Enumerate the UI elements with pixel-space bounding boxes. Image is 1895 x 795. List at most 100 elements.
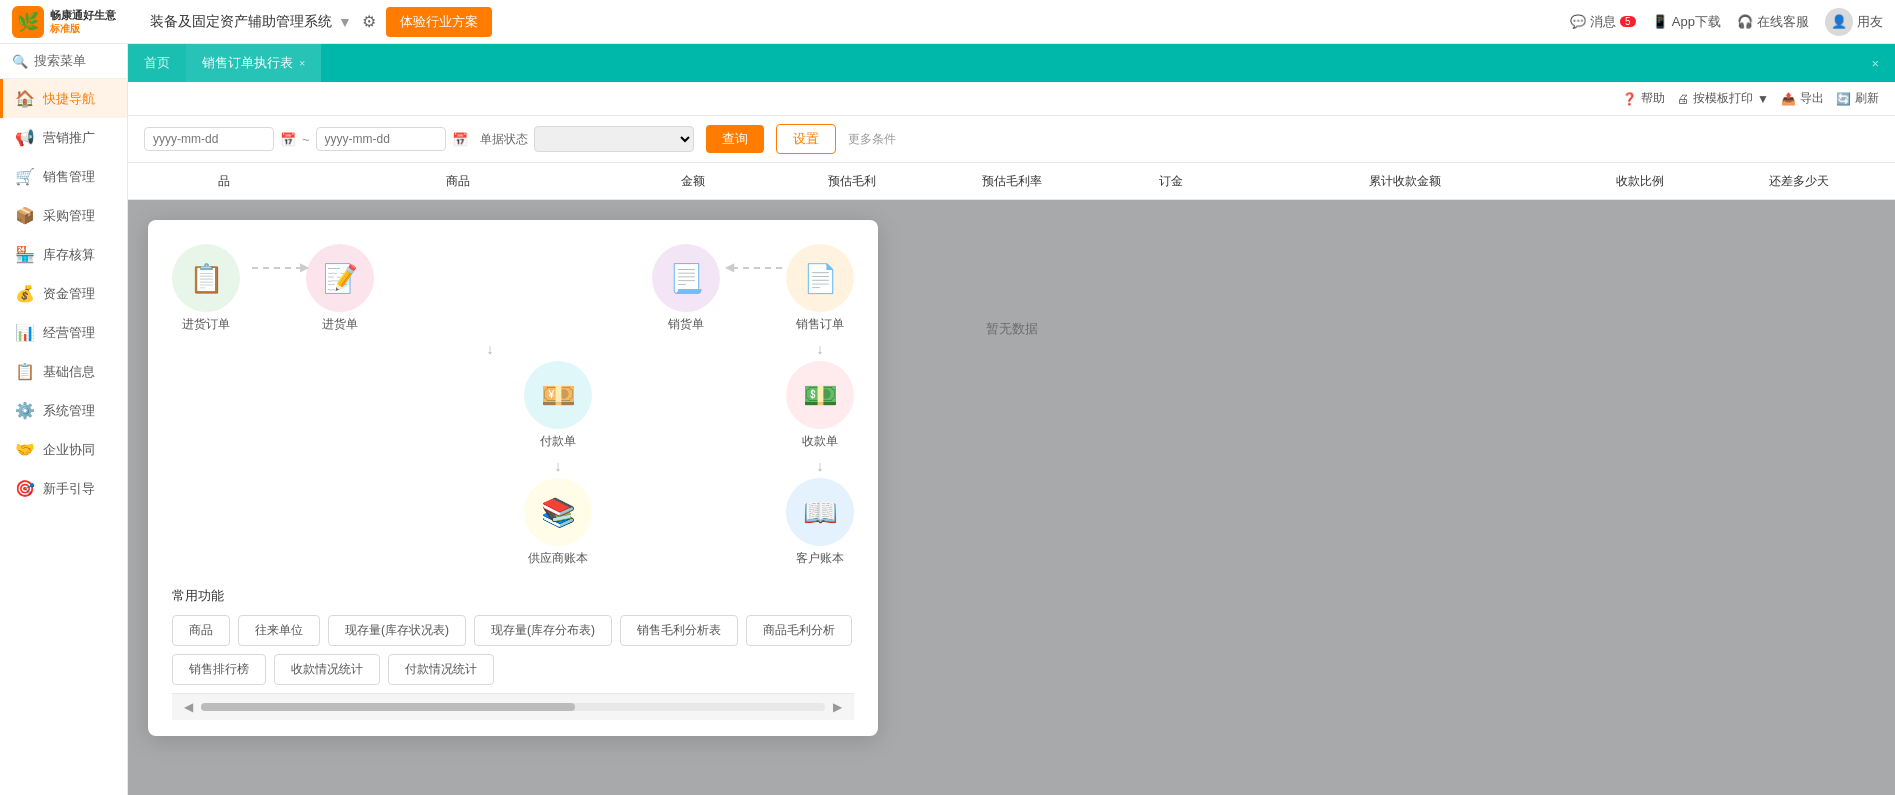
flow-node-supplier[interactable]: 📚: [524, 478, 592, 546]
modal: 📋 ▶: [148, 220, 878, 736]
sidebar-item-quick-nav[interactable]: 🏠 快捷导航: [0, 79, 127, 118]
sidebar-item-enterprise[interactable]: 🤝 企业协同: [0, 430, 127, 469]
func-btn-counterpart[interactable]: 往来单位: [238, 615, 320, 646]
date-input[interactable]: [144, 127, 274, 151]
date-end-input[interactable]: [316, 127, 446, 151]
flow-node-customer[interactable]: 📖: [786, 478, 854, 546]
logo-icon: 🌿: [12, 6, 44, 38]
modal-overlay[interactable]: 📋 ▶: [128, 200, 1895, 795]
col-deposit: 订金: [1091, 173, 1250, 190]
modal-content: 📋 ▶: [148, 220, 878, 736]
func-btn-goods[interactable]: 商品: [172, 615, 230, 646]
calendar-icon[interactable]: 📅: [280, 132, 296, 147]
sidebar-item-inventory[interactable]: 🏪 库存核算: [0, 235, 127, 274]
operation-icon: 📊: [15, 323, 35, 342]
help-icon: ❓: [1622, 92, 1637, 106]
finance-icon: 💰: [15, 284, 35, 303]
more-conditions[interactable]: 更多条件: [848, 131, 896, 148]
app-download-item[interactable]: 📱 App下载: [1652, 13, 1721, 31]
arrow-h-2: ◀: [732, 267, 782, 269]
flow-node-purchase-order[interactable]: 📋: [172, 244, 240, 312]
func-buttons-row-1: 商品 往来单位 现存量(库存状况表) 现存量(库存分布表) 销售毛利分析表 商品…: [172, 615, 854, 646]
flow-node-sales-order[interactable]: 📄: [786, 244, 854, 312]
flow-row-3: 📚 📖: [172, 478, 854, 546]
col-collected: 累计收款金额: [1250, 173, 1560, 190]
flow-arrows-down: ↓ ↓: [172, 341, 854, 357]
logo-text: 畅康通好生意 标准版: [50, 8, 116, 35]
user-item[interactable]: 👤 用友: [1825, 8, 1883, 36]
col-amount: 金额: [614, 173, 773, 190]
sidebar-item-system[interactable]: ⚙️ 系统管理: [0, 391, 127, 430]
date-separator: ~: [302, 132, 310, 147]
func-btn-stock-dist[interactable]: 现存量(库存分布表): [474, 615, 612, 646]
dropdown-arrow-icon[interactable]: ▼: [338, 14, 352, 30]
phone-icon: 📱: [1652, 14, 1668, 29]
func-btn-stock-status[interactable]: 现存量(库存状况表): [328, 615, 466, 646]
label-sales-receipt: 销货单: [652, 316, 720, 333]
func-buttons-row-2: 销售排行榜 收款情况统计 付款情况统计: [172, 654, 854, 685]
sidebar-search[interactable]: 🔍 搜索菜单: [0, 44, 127, 79]
flow-node-payment[interactable]: 💴: [524, 361, 592, 429]
export-button[interactable]: 📤 导出: [1781, 90, 1824, 107]
label-supplier: 供应商账本: [524, 550, 592, 567]
flow-node-purchase-receipt[interactable]: 📝: [306, 244, 374, 312]
customer-icon: 📖: [786, 478, 854, 546]
func-btn-sales-profit[interactable]: 销售毛利分析表: [620, 615, 738, 646]
func-btn-sales-rank[interactable]: 销售排行榜: [172, 654, 266, 685]
system-title: 装备及固定资产辅助管理系统 ▼: [150, 13, 352, 31]
sales-order-icon: 📄: [786, 244, 854, 312]
content-area: 首页 销售订单执行表 × × ❓ 帮助 🖨 按模板打印: [128, 44, 1895, 795]
func-btn-purchase-stats[interactable]: 付款情况统计: [388, 654, 494, 685]
arrow-down-2: ↓: [786, 341, 854, 357]
print-icon: 🖨: [1677, 92, 1689, 106]
supplier-icon: 📚: [524, 478, 592, 546]
tab-close-main-icon[interactable]: ×: [1855, 56, 1895, 71]
refresh-button[interactable]: 🔄 刷新: [1836, 90, 1879, 107]
col-ratio: 收款比例: [1561, 173, 1720, 190]
flow-labels-3: 供应商账本 客户账本: [172, 550, 854, 567]
col-est-profit: 预估毛利: [773, 173, 932, 190]
help-button[interactable]: ❓ 帮助: [1622, 90, 1665, 107]
sidebar-item-purchase[interactable]: 📦 采购管理: [0, 196, 127, 235]
filter-bar: 📅 ~ 📅 单据状态 查询 设置 更多条件: [128, 116, 1895, 163]
receipt-icon: 💵: [786, 361, 854, 429]
sidebar-nav: 🏠 快捷导航 📢 营销推广 🛒 销售管理 📦 采购管理 🏪 库存核: [0, 79, 127, 795]
sidebar-item-new-guide[interactable]: 🎯 新手引导: [0, 469, 127, 508]
online-service-item[interactable]: 🎧 在线客服: [1737, 13, 1809, 31]
status-select[interactable]: [534, 126, 694, 152]
print-button[interactable]: 🖨 按模板打印 ▼: [1677, 90, 1769, 107]
sidebar-item-operation[interactable]: 📊 经营管理: [0, 313, 127, 352]
message-item[interactable]: 💬 消息 5: [1570, 13, 1636, 31]
scroll-track[interactable]: [201, 703, 825, 711]
purchase-order-icon: 📋: [172, 244, 240, 312]
down-spacer: [524, 341, 786, 357]
sidebar: 🔍 搜索菜单 🏠 快捷导航 📢 营销推广 🛒 销售管理 📦: [0, 44, 128, 795]
scroll-left-icon[interactable]: ◀: [184, 700, 193, 714]
settings-icon[interactable]: ⚙: [362, 12, 376, 31]
sidebar-item-finance[interactable]: 💰 资金管理: [0, 274, 127, 313]
experience-button[interactable]: 体验行业方案: [386, 7, 492, 37]
sidebar-item-base-info[interactable]: 📋 基础信息: [0, 352, 127, 391]
flow-node-sales-receipt[interactable]: 📃: [652, 244, 720, 312]
tab-sales-order[interactable]: 销售订单执行表 ×: [186, 44, 321, 82]
scroll-right-icon[interactable]: ▶: [833, 700, 842, 714]
tab-close-icon[interactable]: ×: [299, 57, 305, 69]
func-btn-payment-stats[interactable]: 收款情况统计: [274, 654, 380, 685]
tab-home[interactable]: 首页: [128, 44, 186, 82]
scroll-thumb: [201, 703, 575, 711]
flow-arrows-down-2: ↓ ↓: [172, 458, 854, 474]
func-btn-goods-profit[interactable]: 商品毛利分析: [746, 615, 852, 646]
calendar-icon-end[interactable]: 📅: [452, 132, 468, 147]
enterprise-icon: 🤝: [15, 440, 35, 459]
sidebar-item-sales[interactable]: 🛒 销售管理: [0, 157, 127, 196]
flow-node-receipt[interactable]: 💵: [786, 361, 854, 429]
search-button[interactable]: 查询: [706, 125, 764, 153]
flow-row-2: 💴 💵: [172, 361, 854, 429]
message-icon: 💬: [1570, 14, 1586, 29]
base-info-icon: 📋: [15, 362, 35, 381]
top-bar-right: 💬 消息 5 📱 App下载 🎧 在线客服 👤 用友: [1570, 8, 1883, 36]
arrow-h-1: ▶: [252, 267, 302, 269]
setting-button[interactable]: 设置: [776, 124, 836, 154]
sidebar-item-marketing[interactable]: 📢 营销推广: [0, 118, 127, 157]
logo-area: 🌿 畅康通好生意 标准版: [12, 6, 140, 38]
